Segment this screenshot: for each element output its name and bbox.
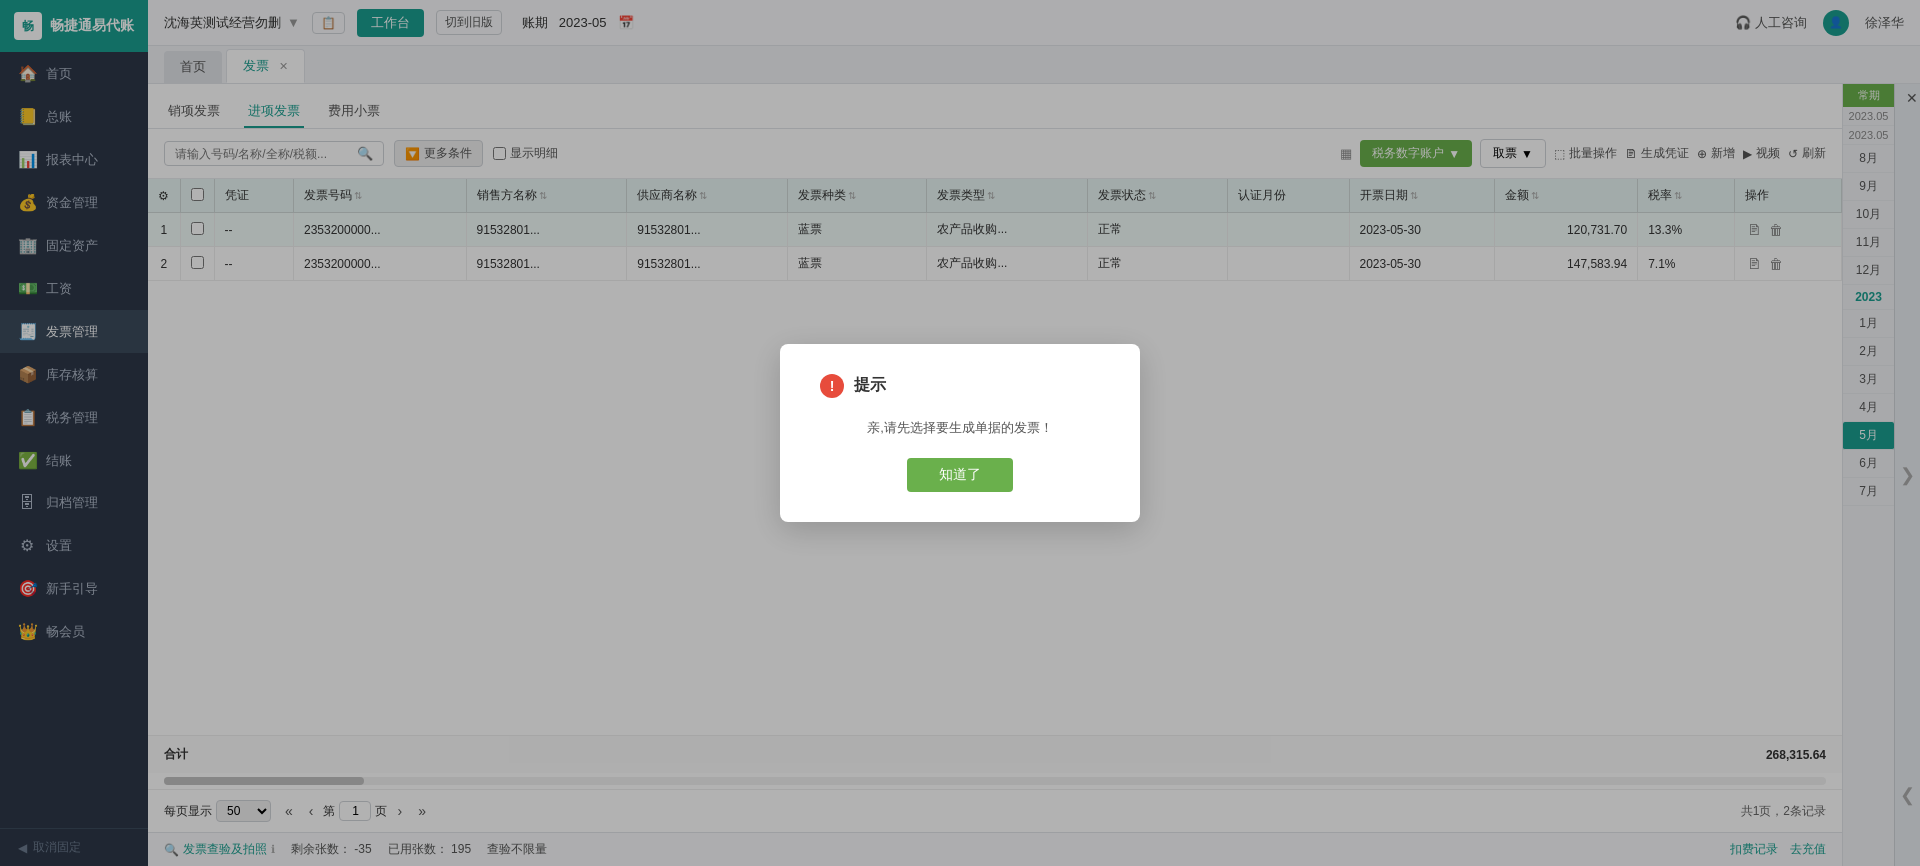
- warning-icon: !: [820, 374, 844, 398]
- modal-confirm-button[interactable]: 知道了: [907, 458, 1013, 492]
- modal-dialog: ! 提示 亲,请先选择要生成单据的发票！ 知道了: [780, 344, 1140, 523]
- modal-title-row: ! 提示: [820, 374, 1100, 398]
- warning-icon-text: !: [830, 378, 835, 394]
- modal-message: 亲,请先选择要生成单据的发票！: [867, 418, 1053, 439]
- modal-title: 提示: [854, 375, 886, 396]
- modal-overlay: ! 提示 亲,请先选择要生成单据的发票！ 知道了: [0, 0, 1920, 866]
